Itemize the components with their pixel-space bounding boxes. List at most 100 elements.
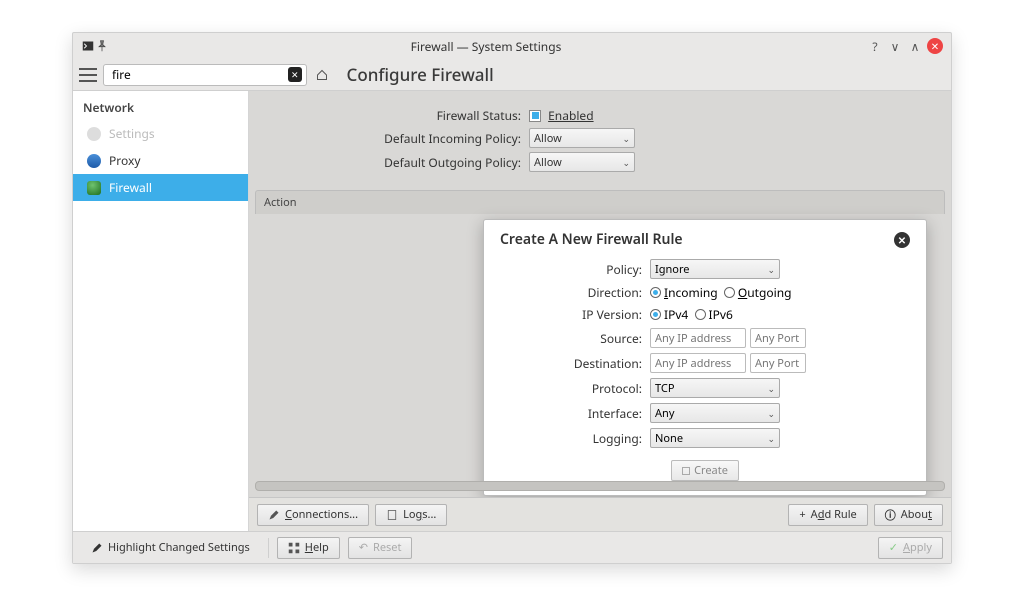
square-icon [682, 467, 690, 475]
chevron-down-icon: ⌄ [767, 432, 775, 445]
chevron-down-icon: ⌄ [622, 156, 630, 169]
status-checkbox[interactable] [529, 110, 541, 122]
clear-search-icon[interactable]: ✕ [288, 67, 302, 82]
ipv4-label: IPv4 [664, 306, 688, 323]
connections-label: Connections... [285, 507, 358, 522]
add-rule-button[interactable]: + Add Rule [788, 504, 867, 526]
ipv6-label: IPv6 [709, 306, 733, 323]
incoming-policy-label: Default Incoming Policy: [269, 130, 529, 147]
settings-window: Firewall — System Settings ? ∨ ∧ ✕ ✕ Con… [72, 32, 952, 564]
help-button[interactable]: Help [277, 537, 340, 559]
logging-value: None [655, 431, 683, 446]
ipversion-label: IP Version: [500, 306, 650, 323]
status-label: Firewall Status: [269, 107, 529, 124]
undo-icon: ↶ [359, 540, 368, 555]
logging-label: Logging: [500, 430, 650, 447]
sidebar: Network Settings Proxy Firewall [73, 91, 249, 531]
add-rule-label: Add Rule [811, 507, 857, 522]
apply-button[interactable]: ✓ Apply [878, 537, 943, 559]
body: Network Settings Proxy Firewall Firewall… [73, 91, 951, 531]
terminal-icon [81, 40, 95, 52]
horizontal-scrollbar[interactable] [255, 481, 945, 491]
sidebar-section-title: Network [73, 91, 248, 120]
chevron-down-icon: ⌄ [767, 407, 775, 420]
sidebar-item-label: Settings [109, 125, 155, 142]
toolbar: ✕ Configure Firewall [73, 59, 951, 91]
destination-label: Destination: [500, 355, 650, 372]
search-input[interactable]: ✕ [103, 64, 307, 86]
hamburger-icon[interactable] [79, 68, 97, 82]
protocol-label: Protocol: [500, 380, 650, 397]
firewall-form: Firewall Status: Enabled Default Incomin… [249, 91, 951, 184]
help-label: Help [305, 540, 329, 555]
help-titlebar-icon[interactable]: ? [867, 38, 883, 55]
source-address-input[interactable] [650, 328, 746, 348]
chevron-down-icon: ⌄ [767, 263, 775, 276]
direction-incoming-radio[interactable] [650, 287, 661, 298]
search-field[interactable] [110, 65, 288, 84]
connections-button[interactable]: Connections... [257, 504, 369, 526]
interface-combo[interactable]: Any ⌄ [650, 403, 780, 423]
titlebar: Firewall — System Settings ? ∨ ∧ ✕ [73, 33, 951, 59]
create-button[interactable]: Create [671, 460, 739, 481]
window-title: Firewall — System Settings [109, 38, 863, 55]
logs-button[interactable]: Logs... [375, 504, 447, 526]
dialog-close-icon[interactable]: ✕ [894, 232, 910, 248]
outgoing-policy-value: Allow [534, 155, 562, 170]
globe-icon [87, 154, 101, 168]
destination-port-input[interactable] [750, 353, 806, 373]
direction-outgoing-radio[interactable] [724, 287, 735, 298]
grid-icon [288, 542, 300, 554]
reset-label: Reset [373, 540, 402, 555]
info-icon: ⓘ [885, 507, 896, 523]
page-title: Configure Firewall [347, 63, 494, 86]
interface-value: Any [655, 406, 674, 421]
shield-icon [87, 181, 101, 195]
highlight-icon [91, 542, 103, 554]
maximize-icon[interactable]: ∧ [907, 38, 923, 55]
outgoing-policy-label: Default Outgoing Policy: [269, 154, 529, 171]
check-icon: ✓ [889, 540, 898, 555]
pencil-icon [268, 509, 280, 521]
main-panel: Firewall Status: Enabled Default Incomin… [249, 91, 951, 531]
destination-address-input[interactable] [650, 353, 746, 373]
policy-combo[interactable]: Ignore ⌄ [650, 259, 780, 279]
incoming-policy-combo[interactable]: Allow ⌄ [529, 128, 635, 148]
outgoing-policy-combo[interactable]: Allow ⌄ [529, 152, 635, 172]
home-icon[interactable] [313, 66, 331, 84]
about-label: About [901, 507, 932, 522]
direction-incoming-label: Incoming [664, 284, 718, 301]
new-rule-dialog: Create A New Firewall Rule ✕ Policy: Ign… [483, 219, 927, 496]
interface-label: Interface: [500, 405, 650, 422]
sidebar-item-settings[interactable]: Settings [73, 120, 248, 147]
close-icon[interactable]: ✕ [927, 38, 943, 54]
apply-label: Apply [903, 540, 932, 555]
highlight-changed-button[interactable]: Highlight Changed Settings [81, 537, 260, 559]
protocol-combo[interactable]: TCP ⌄ [650, 378, 780, 398]
sidebar-item-firewall[interactable]: Firewall [73, 174, 248, 201]
source-port-input[interactable] [750, 328, 806, 348]
create-button-label: Create [694, 463, 728, 478]
pin-icon[interactable] [95, 40, 109, 52]
settings-icon [87, 127, 101, 141]
highlight-label: Highlight Changed Settings [108, 540, 250, 555]
chevron-down-icon: ⌄ [767, 382, 775, 395]
direction-outgoing-label: Outgoing [738, 284, 792, 301]
logs-label: Logs... [403, 507, 436, 522]
sidebar-item-label: Proxy [109, 152, 140, 169]
about-button[interactable]: ⓘ About [874, 504, 943, 526]
logging-combo[interactable]: None ⌄ [650, 428, 780, 448]
ipv4-radio[interactable] [650, 309, 661, 320]
reset-button[interactable]: ↶ Reset [348, 537, 413, 559]
policy-label: Policy: [500, 261, 650, 278]
sidebar-item-proxy[interactable]: Proxy [73, 147, 248, 174]
panel-bottom-bar: Connections... Logs... + Add Rule ⓘ Abou… [249, 497, 951, 531]
source-label: Source: [500, 330, 650, 347]
chevron-down-icon: ⌄ [622, 132, 630, 145]
plus-icon: + [799, 507, 805, 522]
ipv6-radio[interactable] [695, 309, 706, 320]
incoming-policy-value: Allow [534, 131, 562, 146]
protocol-value: TCP [655, 381, 675, 396]
minimize-icon[interactable]: ∨ [887, 38, 903, 55]
status-check-label: Enabled [545, 107, 594, 124]
